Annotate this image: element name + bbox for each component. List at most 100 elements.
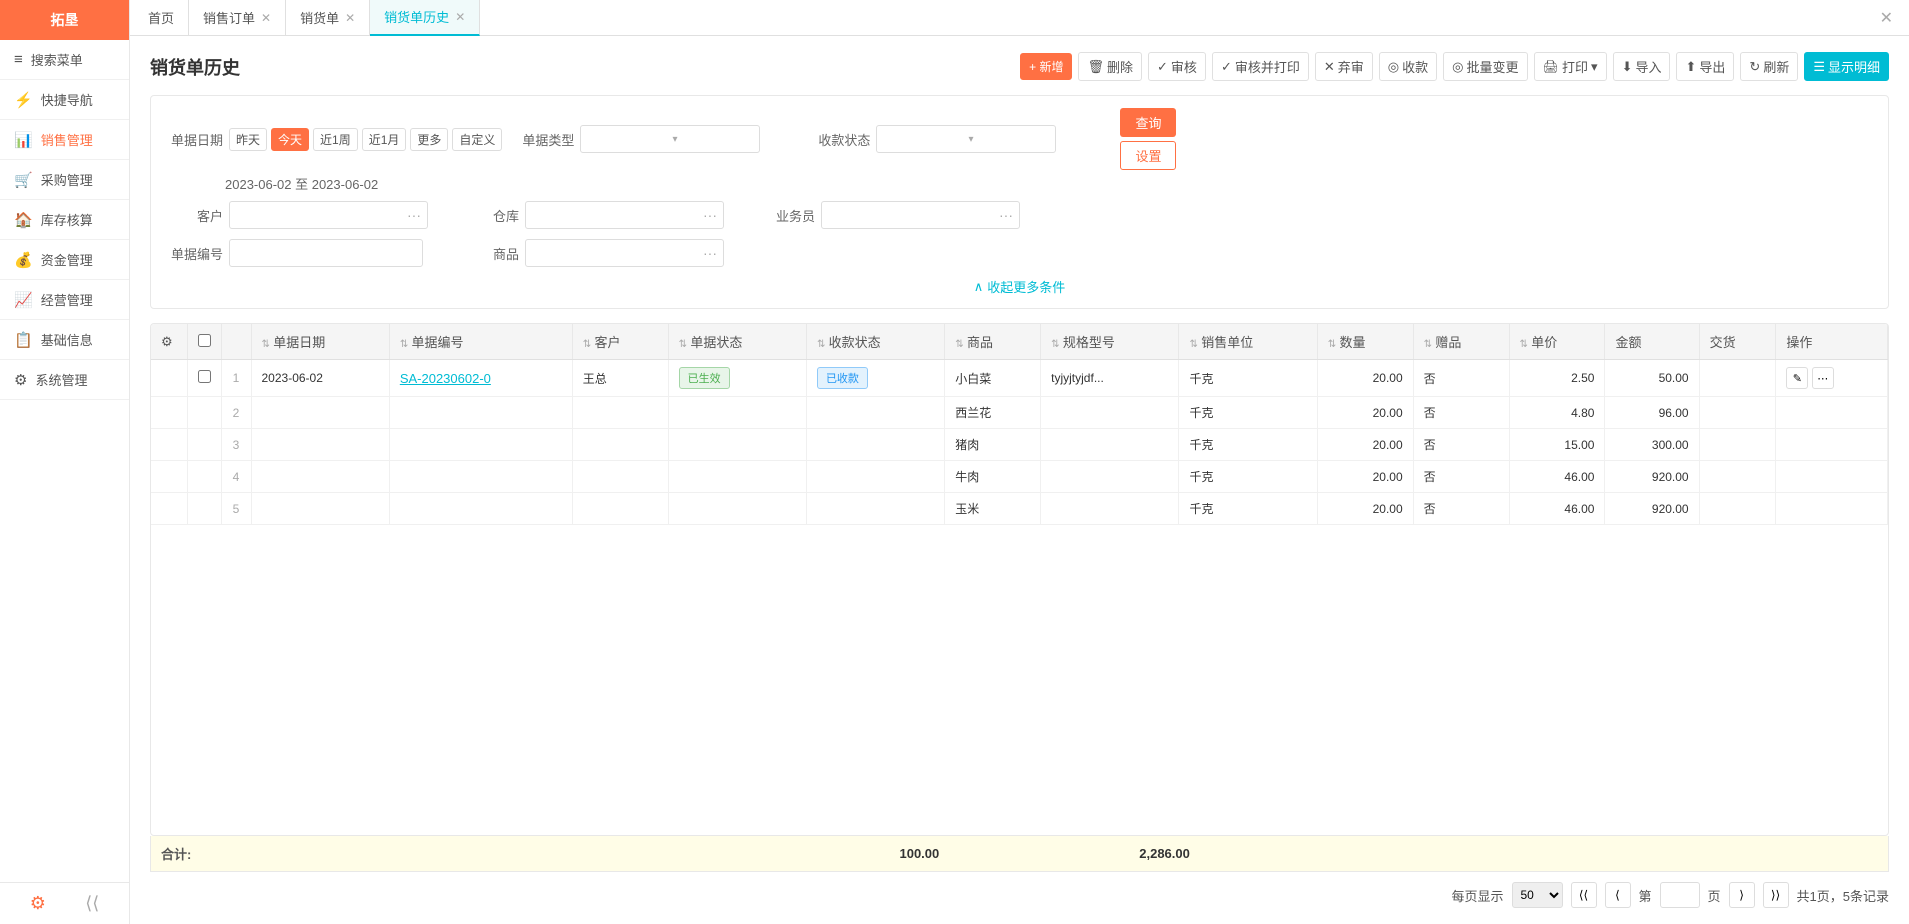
new-button[interactable]: + 新增 xyxy=(1020,53,1072,80)
audit-print-button[interactable]: ✓ 审核并打印 xyxy=(1212,52,1309,81)
select-all-checkbox[interactable] xyxy=(198,334,211,347)
date-btn-last7[interactable]: 近1周 xyxy=(313,128,358,151)
sidebar-collapse-icon[interactable]: ⟨⟨ xyxy=(85,893,99,914)
date-btn-more[interactable]: 更多 xyxy=(410,128,448,151)
query-button[interactable]: 查询 xyxy=(1120,108,1176,137)
export-button[interactable]: ⬆ 导出 xyxy=(1676,52,1734,81)
date-btn-yesterday[interactable]: 昨天 xyxy=(229,128,267,151)
sort-icon: ⇅ xyxy=(955,339,963,350)
col-qty[interactable]: ⇅ 数量 xyxy=(1317,324,1413,360)
tab-home[interactable]: 首页 xyxy=(134,0,189,36)
collapse-button[interactable]: ∧ 收起更多条件 xyxy=(167,277,1872,296)
row-checkbox-cell[interactable] xyxy=(187,397,221,429)
sidebar-item-system-mgmt[interactable]: ⚙ 系统管理 xyxy=(0,360,129,400)
row-num: 4 xyxy=(221,461,251,493)
row-checkbox-cell[interactable] xyxy=(187,429,221,461)
show-detail-button[interactable]: ☰ 显示明细 xyxy=(1804,52,1889,81)
sidebar-item-search-menu[interactable]: ≡ 搜索菜单 xyxy=(0,40,129,80)
receipt-button[interactable]: ◎ 收款 xyxy=(1379,52,1437,81)
tab-sales-order-close[interactable]: ✕ xyxy=(261,11,271,25)
salesperson-dots-icon[interactable]: ··· xyxy=(993,207,1019,223)
row-customer xyxy=(572,397,668,429)
doc-no-link[interactable]: SA-20230602-0 xyxy=(400,371,491,386)
customer-text-input[interactable] xyxy=(230,204,401,226)
delete-button[interactable]: 🗑 删除 xyxy=(1078,52,1142,81)
date-btn-custom[interactable]: 自定义 xyxy=(452,128,502,151)
tab-sales-order[interactable]: 销售订单 ✕ xyxy=(189,0,286,36)
date-btn-last1m[interactable]: 近1月 xyxy=(362,128,407,151)
row-unit: 千克 xyxy=(1179,429,1317,461)
sidebar-item-sales-mgmt[interactable]: 📊 销售管理 xyxy=(0,120,129,160)
col-price[interactable]: ⇅ 单价 xyxy=(1509,324,1605,360)
customer-dots-icon[interactable]: ··· xyxy=(401,207,427,223)
sidebar-item-inventory[interactable]: 🏠 库存核算 xyxy=(0,200,129,240)
date-btn-today[interactable]: 今天 xyxy=(271,128,309,151)
row-checkbox-cell[interactable] xyxy=(187,461,221,493)
prev-page-button[interactable]: ⟨ xyxy=(1605,882,1631,908)
doc-number-input[interactable] xyxy=(229,239,423,267)
more-op-button[interactable]: ⋯ xyxy=(1812,367,1834,389)
sidebar-item-operation[interactable]: 📈 经营管理 xyxy=(0,280,129,320)
refresh-button[interactable]: ↻ 刷新 xyxy=(1740,52,1798,81)
warehouse-input[interactable]: ··· xyxy=(525,201,724,229)
sort-icon: ⇅ xyxy=(1189,339,1197,350)
row-checkbox[interactable] xyxy=(198,370,211,383)
row-checkbox-cell[interactable] xyxy=(187,493,221,525)
warehouse-text-input[interactable] xyxy=(526,204,697,226)
row-checkbox-cell[interactable] xyxy=(187,360,221,397)
last-page-button[interactable]: ⟩⟩ xyxy=(1763,882,1789,908)
row-customer: 王总 xyxy=(572,360,668,397)
col-customer[interactable]: ⇅ 客户 xyxy=(572,324,668,360)
col-settings[interactable]: ⚙ xyxy=(151,324,187,360)
page-input[interactable]: 1 xyxy=(1660,882,1700,908)
abandon-button[interactable]: ✕ 弃审 xyxy=(1315,52,1373,81)
sidebar: 拓垦 ≡ 搜索菜单 ⚡ 快捷导航 📊 销售管理 🛒 采购管理 🏠 库存核算 💰 … xyxy=(0,0,130,924)
tab-sales-delivery[interactable]: 销货单 ✕ xyxy=(286,0,370,36)
col-unit[interactable]: ⇅ 销售单位 xyxy=(1179,324,1317,360)
first-page-button[interactable]: ⟨⟨ xyxy=(1571,882,1597,908)
print-button[interactable]: 🖨 打印 ▾ xyxy=(1534,52,1607,81)
sidebar-item-label: 搜索菜单 xyxy=(31,50,83,69)
per-page-select[interactable]: 50 100 200 xyxy=(1512,882,1563,908)
row-amount: 920.00 xyxy=(1605,461,1699,493)
tab-close-all[interactable]: ✕ xyxy=(1868,8,1905,28)
sidebar-item-purchase-mgmt[interactable]: 🛒 采购管理 xyxy=(0,160,129,200)
col-doc-status[interactable]: ⇅ 单据状态 xyxy=(668,324,806,360)
col-spec[interactable]: ⇅ 规格型号 xyxy=(1041,324,1179,360)
edit-op-button[interactable]: ✎ xyxy=(1786,367,1808,389)
col-receipt-status[interactable]: ⇅ 收款状态 xyxy=(806,324,944,360)
customer-input[interactable]: ··· xyxy=(229,201,428,229)
row-doc-no[interactable]: SA-20230602-0 xyxy=(389,360,572,397)
audit-button[interactable]: ✓ 审核 xyxy=(1148,52,1206,81)
salesperson-input[interactable]: ··· xyxy=(821,201,1020,229)
row-settings-cell xyxy=(151,493,187,525)
col-goods[interactable]: ⇅ 商品 xyxy=(945,324,1041,360)
batch-change-button[interactable]: ◎ 批量变更 xyxy=(1443,52,1527,81)
sidebar-item-basic-info[interactable]: 📋 基础信息 xyxy=(0,320,129,360)
col-checkbox[interactable] xyxy=(187,324,221,360)
goods-dots-icon[interactable]: ··· xyxy=(697,245,723,261)
row-ops xyxy=(1776,429,1888,461)
tab-sales-history-close[interactable]: ✕ xyxy=(455,10,465,24)
tab-sales-delivery-close[interactable]: ✕ xyxy=(345,11,355,25)
sidebar-item-quick-nav[interactable]: ⚡ 快捷导航 xyxy=(0,80,129,120)
next-page-button[interactable]: ⟩ xyxy=(1729,882,1755,908)
col-gift[interactable]: ⇅ 赠品 xyxy=(1413,324,1509,360)
doc-type-select[interactable]: ▾ xyxy=(580,125,760,153)
receipt-status-select[interactable]: ▾ xyxy=(876,125,1056,153)
col-doc-no[interactable]: ⇅ 单据编号 xyxy=(389,324,572,360)
col-date[interactable]: ⇅ 单据日期 xyxy=(251,324,389,360)
sidebar-item-finance[interactable]: 💰 资金管理 xyxy=(0,240,129,280)
sidebar-bottom-icon1[interactable]: ⚙ xyxy=(30,893,46,914)
salesperson-text-input[interactable] xyxy=(822,204,993,226)
goods-text-input[interactable] xyxy=(526,242,697,264)
per-page-label: 每页显示 xyxy=(1451,886,1503,905)
import-button[interactable]: ⬇ 导入 xyxy=(1613,52,1671,81)
goods-input[interactable]: ··· xyxy=(525,239,724,267)
data-table-wrapper: ⚙ ⇅ 单据日期 ⇅ 单据编号 xyxy=(150,323,1889,836)
table-settings-icon[interactable]: ⚙ xyxy=(161,334,173,349)
tab-sales-history[interactable]: 销货单历史 ✕ xyxy=(370,0,480,36)
warehouse-dots-icon[interactable]: ··· xyxy=(697,207,723,223)
filter-salesperson: 业务员 ··· xyxy=(759,201,1039,229)
setting-button[interactable]: 设置 xyxy=(1120,141,1176,170)
